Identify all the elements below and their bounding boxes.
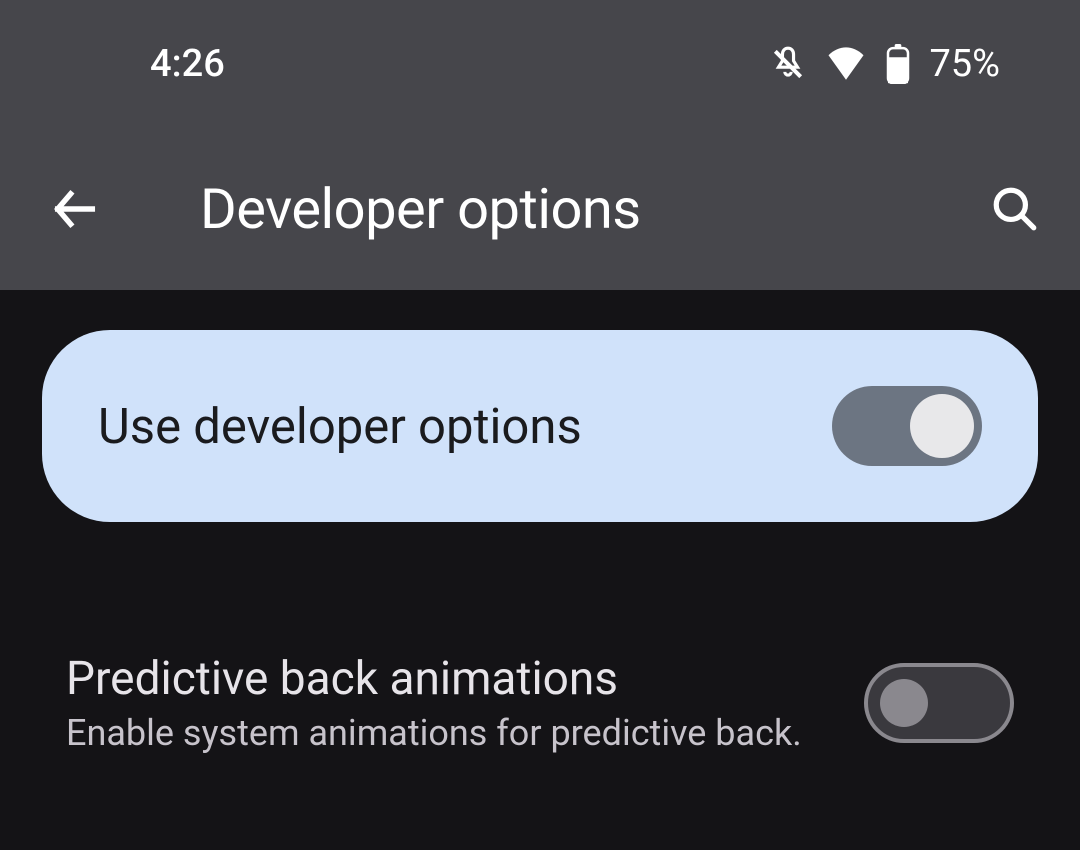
- status-bar: 4:26 75%: [0, 0, 1080, 128]
- page-title: Developer options: [200, 176, 890, 242]
- setting-row-predictive-back[interactable]: Predictive back animations Enable system…: [42, 652, 1038, 754]
- toggle-thumb: [910, 394, 974, 458]
- search-button[interactable]: [986, 180, 1044, 238]
- setting-text: Predictive back animations Enable system…: [66, 652, 824, 754]
- battery-icon: [885, 44, 911, 84]
- setting-title: Predictive back animations: [66, 652, 824, 706]
- arrow-left-icon: [49, 183, 101, 235]
- silent-icon: [769, 45, 807, 83]
- status-right: 75%: [769, 42, 1000, 86]
- toggle-thumb: [880, 679, 928, 727]
- master-toggle-label: Use developer options: [98, 398, 582, 455]
- master-toggle-card[interactable]: Use developer options: [42, 330, 1038, 522]
- wifi-icon: [825, 43, 867, 85]
- setting-subtitle: Enable system animations for predictive …: [66, 712, 824, 754]
- search-icon: [990, 184, 1040, 234]
- battery-percent: 75%: [929, 42, 1000, 86]
- header: Developer options: [0, 128, 1080, 290]
- back-button[interactable]: [46, 180, 104, 238]
- predictive-back-toggle[interactable]: [864, 663, 1014, 743]
- master-toggle-switch[interactable]: [832, 386, 982, 466]
- status-time: 4:26: [150, 42, 225, 86]
